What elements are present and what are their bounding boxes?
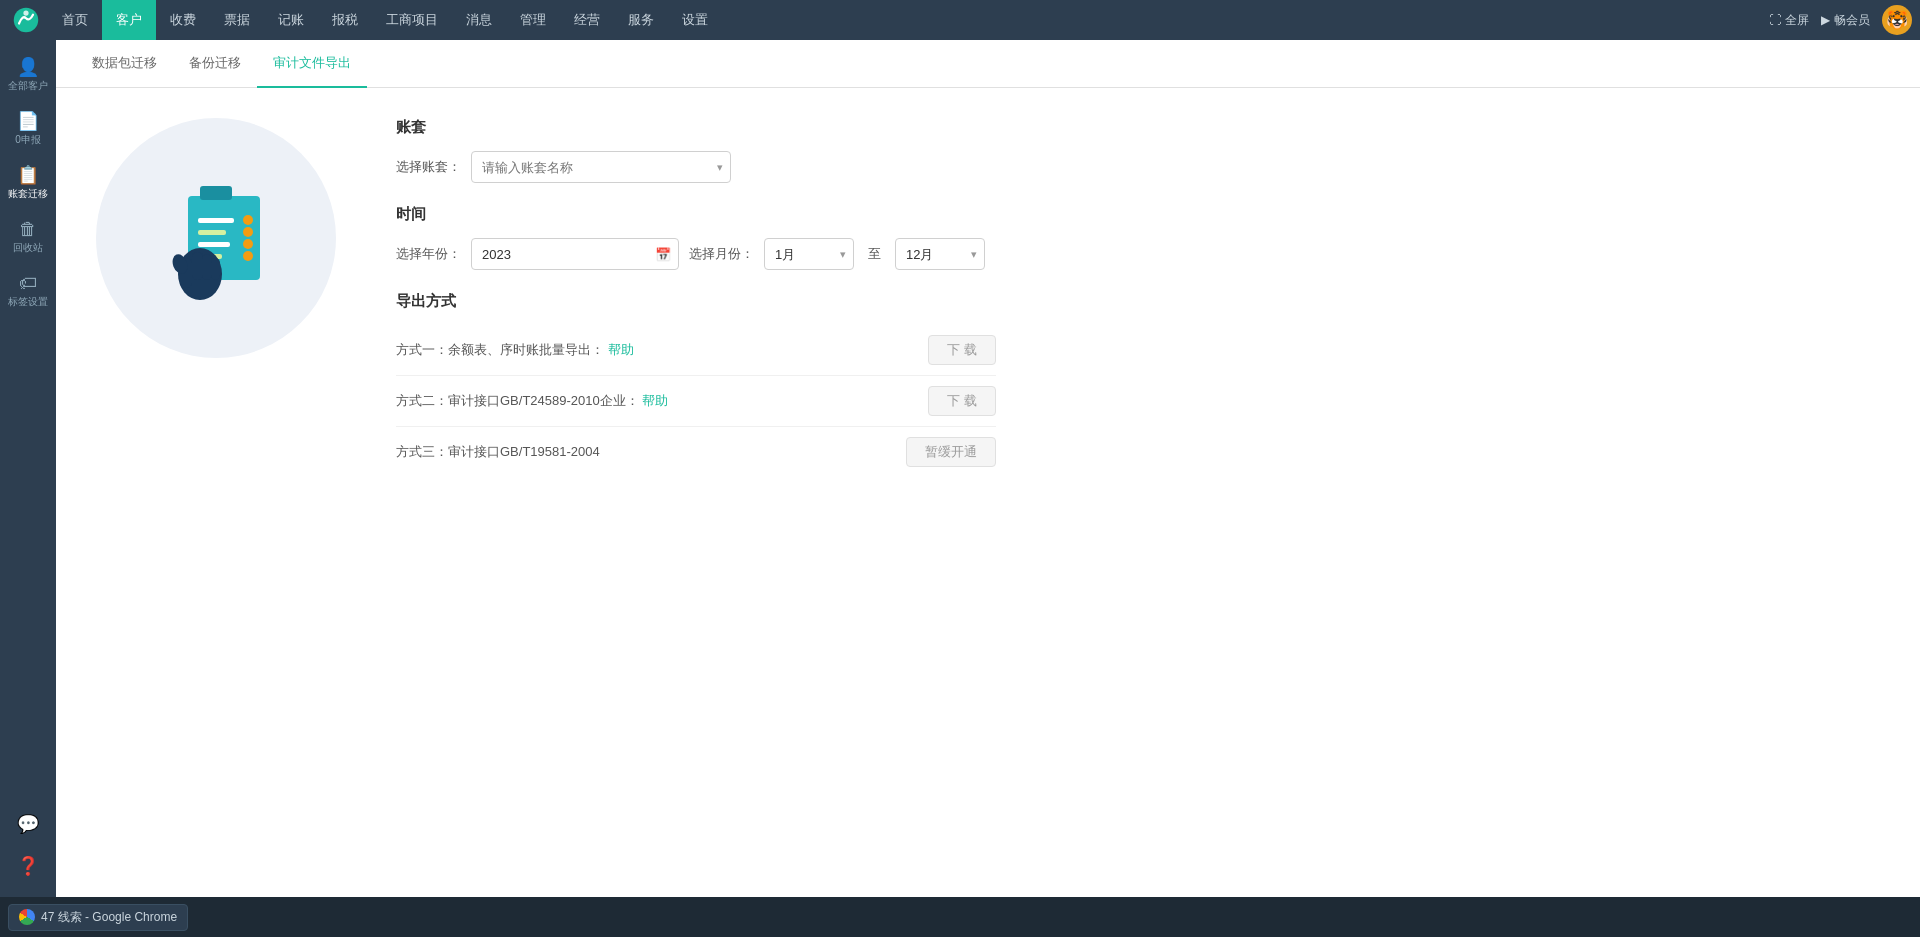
member-button[interactable]: ▶ 畅会员 — [1821, 12, 1870, 29]
month-start-select-wrap: 1月2月3月4月 5月6月7月8月 9月10月11月12月 ▾ — [764, 238, 854, 270]
method-2-help-link[interactable]: 帮助 — [642, 393, 668, 408]
svg-rect-4 — [198, 218, 234, 223]
content-area: 数据包迁移 备份迁移 审计文件导出 — [56, 40, 1920, 897]
method-3-pending-btn[interactable]: 暂缓开通 — [906, 437, 996, 467]
chat-icon-btn[interactable]: 💬 — [0, 805, 56, 843]
help-icon-btn[interactable]: ❓ — [0, 847, 56, 885]
nav-business[interactable]: 工商项目 — [372, 0, 452, 40]
nav-items: 首页 客户 收费 票据 记账 报税 工商项目 消息 管理 经营 服务 设置 — [48, 0, 1769, 40]
chrome-icon — [19, 909, 35, 925]
to-separator: 至 — [864, 245, 885, 263]
sidebar-bottom: 💬 ❓ — [0, 805, 56, 897]
tabs-bar: 数据包迁移 备份迁移 审计文件导出 — [56, 40, 1920, 88]
avatar[interactable]: 🐯 — [1882, 5, 1912, 35]
taskbar-item-label: 47 线索 - Google Chrome — [41, 909, 177, 926]
month-end-select-wrap: 1月2月3月4月 5月6月7月8月 9月10月11月 12月 ▾ — [895, 238, 985, 270]
time-row: 选择年份： 📅 选择月份： 1月2月3月4月 5月6月7月8月 9月10月11月… — [396, 238, 996, 270]
time-section-title: 时间 — [396, 205, 996, 224]
sidebar-item-zero-declaration[interactable]: 📄 0申报 — [0, 102, 56, 156]
taskbar: 47 线索 - Google Chrome — [0, 897, 1920, 937]
taskbar-chrome-item[interactable]: 47 线索 - Google Chrome — [8, 904, 188, 931]
export-method-2: 方式二：审计接口GB/T24589-2010企业： 帮助 下 载 — [396, 376, 996, 427]
nav-settings[interactable]: 设置 — [668, 0, 722, 40]
svg-point-8 — [243, 215, 253, 225]
nav-manage[interactable]: 管理 — [506, 0, 560, 40]
svg-point-9 — [243, 227, 253, 237]
sidebar-item-all-clients[interactable]: 👤 全部客户 — [0, 48, 56, 102]
method-3-label: 方式三：审计接口GB/T19581-2004 — [396, 443, 600, 461]
year-input-wrap: 📅 — [471, 238, 679, 270]
illustration — [96, 118, 336, 358]
page-content: 账套 选择账套： ▾ 时间 选择年份： 📅 — [56, 88, 1920, 897]
svg-rect-14 — [192, 252, 203, 280]
main-layout: 👤 全部客户 📄 0申报 📋 账套迁移 🗑 回收站 🏷 标签设置 💬 ❓ 数据包… — [0, 40, 1920, 897]
nav-client[interactable]: 客户 — [102, 0, 156, 40]
export-section-title: 导出方式 — [396, 292, 996, 311]
nav-message[interactable]: 消息 — [452, 0, 506, 40]
account-label: 选择账套： — [396, 158, 461, 176]
tag-settings-icon: 🏷 — [19, 274, 37, 292]
method-1-label: 方式一：余额表、序时账批量导出： 帮助 — [396, 341, 634, 359]
nav-service[interactable]: 服务 — [614, 0, 668, 40]
audit-layout: 账套 选择账套： ▾ 时间 选择年份： 📅 — [96, 118, 996, 477]
month-end-select[interactable]: 1月2月3月4月 5月6月7月8月 9月10月11月 12月 — [895, 238, 985, 270]
svg-rect-15 — [202, 254, 212, 280]
form-section: 账套 选择账套： ▾ 时间 选择年份： 📅 — [396, 118, 996, 477]
account-row: 选择账套： ▾ — [396, 151, 996, 183]
sidebar-item-account-migration[interactable]: 📋 账套迁移 — [0, 156, 56, 210]
year-input[interactable] — [471, 238, 679, 270]
tab-data-migration[interactable]: 数据包迁移 — [76, 40, 173, 88]
method-1-download-btn[interactable]: 下 载 — [928, 335, 996, 365]
method-1-help-link[interactable]: 帮助 — [608, 342, 634, 357]
svg-rect-3 — [200, 186, 232, 200]
all-clients-icon: 👤 — [17, 58, 39, 76]
account-section-title: 账套 — [396, 118, 996, 137]
recycle-bin-icon: 🗑 — [19, 220, 37, 238]
svg-point-11 — [243, 251, 253, 261]
sidebar-item-recycle-bin[interactable]: 🗑 回收站 — [0, 210, 56, 264]
nav-invoice[interactable]: 票据 — [210, 0, 264, 40]
export-method-3: 方式三：审计接口GB/T19581-2004 暂缓开通 — [396, 427, 996, 477]
nav-tax[interactable]: 报税 — [318, 0, 372, 40]
svg-rect-6 — [198, 242, 230, 247]
export-method-1: 方式一：余额表、序时账批量导出： 帮助 下 载 — [396, 325, 996, 376]
top-nav-right: ⛶ 全屏 ▶ 畅会员 🐯 — [1769, 5, 1912, 35]
year-label: 选择年份： — [396, 245, 461, 263]
fullscreen-button[interactable]: ⛶ 全屏 — [1769, 12, 1809, 29]
sidebar: 👤 全部客户 📄 0申报 📋 账套迁移 🗑 回收站 🏷 标签设置 💬 ❓ — [0, 40, 56, 897]
account-select-wrap: ▾ — [471, 151, 731, 183]
account-migration-icon: 📋 — [17, 166, 39, 184]
svg-rect-5 — [198, 230, 226, 235]
nav-operation[interactable]: 经营 — [560, 0, 614, 40]
nav-home[interactable]: 首页 — [48, 0, 102, 40]
sidebar-item-tag-settings[interactable]: 🏷 标签设置 — [0, 264, 56, 318]
month-label: 选择月份： — [689, 245, 754, 263]
svg-point-1 — [23, 10, 28, 15]
svg-point-10 — [243, 239, 253, 249]
nav-fee[interactable]: 收费 — [156, 0, 210, 40]
svg-rect-16 — [211, 258, 220, 280]
top-nav: 首页 客户 收费 票据 记账 报税 工商项目 消息 管理 经营 服务 设置 ⛶ … — [0, 0, 1920, 40]
method-2-label: 方式二：审计接口GB/T24589-2010企业： 帮助 — [396, 392, 668, 410]
app-logo[interactable] — [8, 2, 44, 38]
month-start-select[interactable]: 1月2月3月4月 5月6月7月8月 9月10月11月12月 — [764, 238, 854, 270]
tab-audit-export[interactable]: 审计文件导出 — [257, 40, 367, 88]
account-input[interactable] — [471, 151, 731, 183]
tab-backup-migration[interactable]: 备份迁移 — [173, 40, 257, 88]
nav-accounting[interactable]: 记账 — [264, 0, 318, 40]
zero-declaration-icon: 📄 — [17, 112, 39, 130]
method-2-download-btn[interactable]: 下 载 — [928, 386, 996, 416]
